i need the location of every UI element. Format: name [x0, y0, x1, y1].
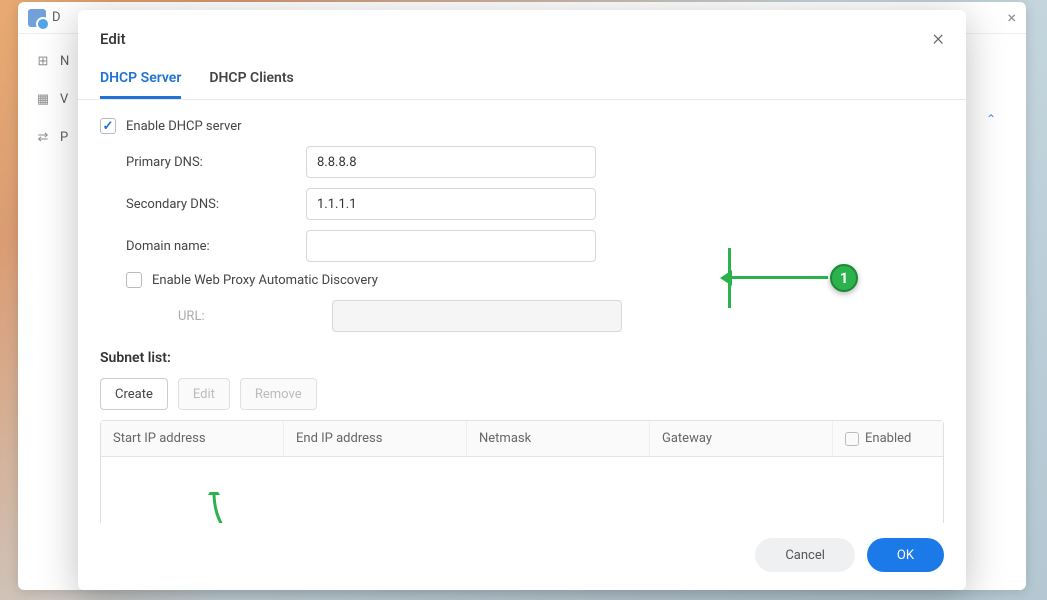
primary-dns-label: Primary DNS: — [126, 155, 306, 170]
col-netmask[interactable]: Netmask — [467, 421, 650, 456]
modal-content: Enable DHCP server Primary DNS: Secondar… — [78, 100, 966, 523]
subnet-button-row: Create Edit Remove — [100, 378, 944, 410]
col-end-ip[interactable]: End IP address — [284, 421, 467, 456]
col-enabled[interactable]: Enabled — [833, 421, 943, 456]
close-icon[interactable]: × — [932, 28, 944, 50]
col-enabled-label: Enabled — [865, 431, 911, 446]
enable-dhcp-label: Enable DHCP server — [126, 119, 242, 134]
modal-footer: Cancel OK — [78, 523, 966, 590]
edit-button: Edit — [178, 378, 230, 410]
domain-name-label: Domain name: — [126, 239, 306, 254]
modal-header: Edit × — [78, 10, 966, 60]
subnet-table: Start IP address End IP address Netmask … — [100, 420, 944, 523]
edit-modal: Edit × DHCP Server DHCP Clients Enable D… — [78, 10, 966, 590]
primary-dns-input[interactable] — [306, 146, 596, 178]
enable-wpad-checkbox[interactable] — [126, 272, 142, 288]
tab-dhcp-server[interactable]: DHCP Server — [100, 60, 181, 99]
ok-button[interactable]: OK — [867, 538, 944, 572]
url-label: URL: — [178, 309, 332, 324]
secondary-dns-label: Secondary DNS: — [126, 197, 306, 212]
url-input — [332, 300, 622, 332]
tab-bar: DHCP Server DHCP Clients — [78, 60, 966, 100]
enable-dhcp-checkbox[interactable] — [100, 118, 116, 134]
col-gateway[interactable]: Gateway — [650, 421, 833, 456]
create-button[interactable]: Create — [100, 378, 168, 410]
cancel-button[interactable]: Cancel — [755, 538, 855, 572]
modal-title: Edit — [100, 30, 126, 48]
enable-wpad-label: Enable Web Proxy Automatic Discovery — [152, 273, 378, 288]
remove-button: Remove — [240, 378, 317, 410]
enabled-header-checkbox[interactable] — [845, 432, 859, 446]
subnet-list-heading: Subnet list: — [100, 350, 944, 366]
secondary-dns-input[interactable] — [306, 188, 596, 220]
table-header: Start IP address End IP address Netmask … — [101, 421, 943, 457]
col-start-ip[interactable]: Start IP address — [101, 421, 284, 456]
tab-dhcp-clients[interactable]: DHCP Clients — [209, 60, 293, 99]
domain-name-input[interactable] — [306, 230, 596, 262]
modal-overlay: Edit × DHCP Server DHCP Clients Enable D… — [0, 0, 1047, 600]
